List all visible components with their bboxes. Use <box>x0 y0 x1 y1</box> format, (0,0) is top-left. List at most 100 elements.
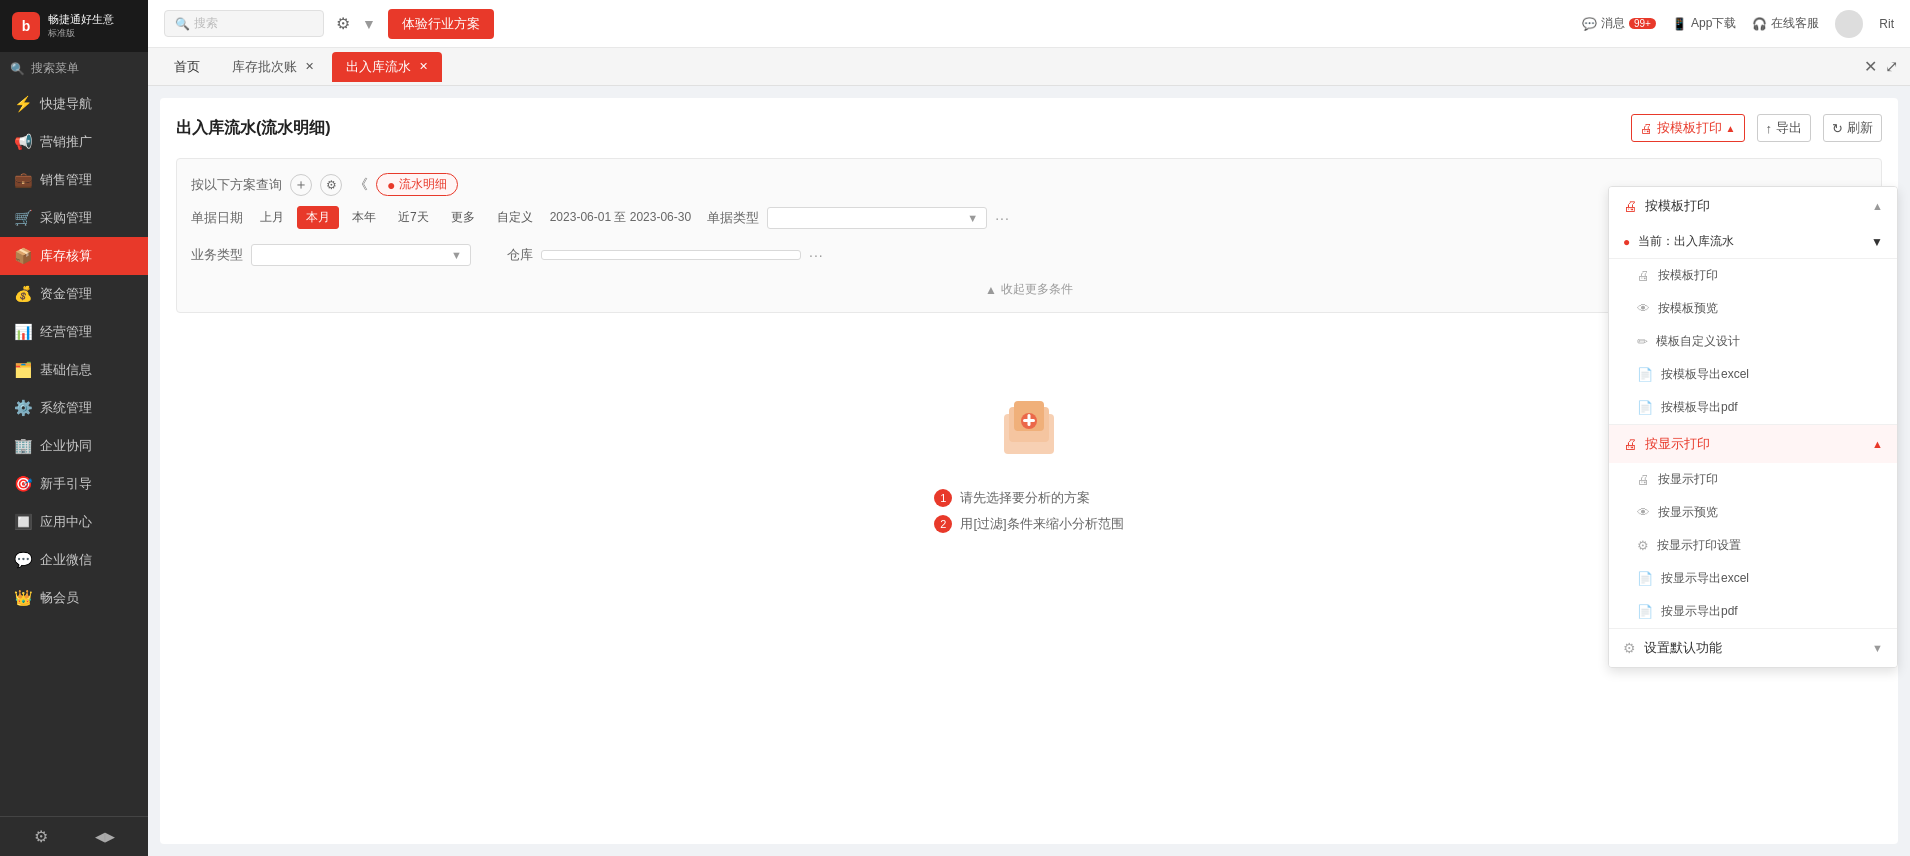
app-download-item[interactable]: 📱 App下载 <box>1672 15 1736 32</box>
tab-home[interactable]: 首页 <box>160 52 214 82</box>
filter-chip-dot: ● <box>387 177 395 193</box>
user-avatar[interactable] <box>1835 10 1863 38</box>
collapse-button[interactable]: ▲ 收起更多条件 <box>985 281 1073 298</box>
display-pdf-icon: 📄 <box>1637 604 1653 619</box>
sidebar-item-inventory[interactable]: 📦 库存核算 <box>0 237 148 275</box>
sidebar-item-enterprise[interactable]: 🏢 企业协同 <box>0 427 148 465</box>
dropdown-template-export-pdf[interactable]: 📄 按模板导出pdf <box>1609 391 1897 424</box>
page-actions: 🖨 按模板打印 ▲ ↑ 导出 ↻ 刷新 <box>1631 114 1882 142</box>
current-template-dot: ● <box>1623 235 1630 249</box>
sidebar-item-label: 新手引导 <box>40 475 92 493</box>
tab-batch-account-close[interactable]: ✕ <box>305 60 314 73</box>
search-icon: 🔍 <box>10 62 25 76</box>
date-pill-last-month[interactable]: 上月 <box>251 206 293 229</box>
filter-date-group: 单据日期 上月 本月 本年 近7天 更多 自定义 2023-06-01 至 20… <box>191 206 691 229</box>
dropdown-display-preview[interactable]: 👁 按显示预览 <box>1609 496 1897 529</box>
date-pill-more[interactable]: 更多 <box>442 206 484 229</box>
filter-warehouse-more[interactable]: ··· <box>809 247 824 263</box>
filter-add-button[interactable]: ＋ <box>290 174 312 196</box>
sidebar-item-sales[interactable]: 💼 销售管理 <box>0 161 148 199</box>
finance-icon: 💰 <box>14 285 32 303</box>
date-pill-7days[interactable]: 近7天 <box>389 206 438 229</box>
appstore-icon: 🔲 <box>14 513 32 531</box>
top-search-bar[interactable]: 🔍 搜索 <box>164 10 324 37</box>
top-search-icon: 🔍 <box>175 17 190 31</box>
filter-settings-button[interactable]: ⚙ <box>320 174 342 196</box>
dropdown-section-3-header[interactable]: ⚙ 设置默认功能 ▼ <box>1609 629 1897 667</box>
sidebar-item-purchase[interactable]: 🛒 采购管理 <box>0 199 148 237</box>
tab-batch-account[interactable]: 库存批次账 ✕ <box>218 52 328 82</box>
sidebar-search[interactable]: 🔍 搜索菜单 <box>0 52 148 85</box>
message-item[interactable]: 💬 消息 99+ <box>1582 15 1656 32</box>
user-name: Rit <box>1879 17 1894 31</box>
display-preview-icon: 👁 <box>1637 505 1650 520</box>
sidebar-item-basic[interactable]: 🗂️ 基础信息 <box>0 351 148 389</box>
printer-icon-1: 🖨 <box>1623 198 1637 214</box>
dropdown-template-print[interactable]: 🖨 按模板打印 <box>1609 259 1897 292</box>
empty-step-1-text: 请先选择要分析的方案 <box>960 489 1090 507</box>
filter-biz-type-select[interactable]: ▼ <box>251 244 471 266</box>
sidebar-item-label: 库存核算 <box>40 247 92 265</box>
export-button[interactable]: ↑ 导出 <box>1757 114 1812 142</box>
date-pill-custom[interactable]: 自定义 <box>488 206 542 229</box>
sidebar-item-label: 企业协同 <box>40 437 92 455</box>
print-button[interactable]: 🖨 按模板打印 ▲ <box>1631 114 1745 142</box>
trial-button[interactable]: 体验行业方案 <box>388 9 494 39</box>
dropdown-section-2-title: 🖨 按显示打印 <box>1623 435 1710 453</box>
filter-collapse-icon[interactable]: 《 <box>354 176 368 194</box>
top-chevron-icon[interactable]: ▼ <box>362 16 376 32</box>
dropdown-template-customize[interactable]: ✏ 模板自定义设计 <box>1609 325 1897 358</box>
tab-close-icon[interactable]: ✕ <box>1864 57 1877 76</box>
phone-icon: 📱 <box>1672 17 1687 31</box>
tab-bar: 首页 库存批次账 ✕ 出入库流水 ✕ ✕ ⤢ <box>148 48 1910 86</box>
tab-maximize-icon[interactable]: ⤢ <box>1885 57 1898 76</box>
dropdown-display-export-pdf[interactable]: 📄 按显示导出pdf <box>1609 595 1897 628</box>
refresh-button[interactable]: ↻ 刷新 <box>1823 114 1882 142</box>
filter-chip-label: 流水明细 <box>399 176 447 193</box>
filter-doc-type-select[interactable]: ▼ <box>767 207 987 229</box>
filter-label: 按以下方案查询 <box>191 176 282 194</box>
sales-icon: 💼 <box>14 171 32 189</box>
sidebar-item-operation[interactable]: 📊 经营管理 <box>0 313 148 351</box>
sidebar-item-wechat[interactable]: 💬 企业微信 <box>0 541 148 579</box>
sidebar-collapse-icon[interactable]: ◀▶ <box>95 829 115 844</box>
empty-steps: 1 请先选择要分析的方案 2 用[过滤]条件来缩小分析范围 <box>934 489 1123 533</box>
sidebar-item-marketing[interactable]: 📢 营销推广 <box>0 123 148 161</box>
marketing-icon: 📢 <box>14 133 32 151</box>
dropdown-display-print-settings[interactable]: ⚙ 按显示打印设置 <box>1609 529 1897 562</box>
filter-chip[interactable]: ● 流水明细 <box>376 173 458 196</box>
dropdown-current-template[interactable]: ● 当前：出入库流水 ▼ <box>1609 225 1897 258</box>
sidebar-item-quick-nav[interactable]: ⚡ 快捷导航 <box>0 85 148 123</box>
filter-warehouse-select[interactable] <box>541 250 801 260</box>
online-service-item[interactable]: 🎧 在线客服 <box>1752 15 1819 32</box>
top-gear-icon[interactable]: ⚙ <box>336 14 350 33</box>
sidebar-item-label: 采购管理 <box>40 209 92 227</box>
sidebar-item-member[interactable]: 👑 畅会员 <box>0 579 148 617</box>
enterprise-icon: 🏢 <box>14 437 32 455</box>
dropdown-section-1-header[interactable]: 🖨 按模板打印 ▲ <box>1609 187 1897 225</box>
sidebar-item-system[interactable]: ⚙️ 系统管理 <box>0 389 148 427</box>
tab-flow[interactable]: 出入库流水 ✕ <box>332 52 442 82</box>
dropdown-section-2-header[interactable]: 🖨 按显示打印 ▲ <box>1609 425 1897 463</box>
refresh-icon: ↻ <box>1832 121 1843 136</box>
dropdown-display-export-excel[interactable]: 📄 按显示导出excel <box>1609 562 1897 595</box>
dropdown-display-print[interactable]: 🖨 按显示打印 <box>1609 463 1897 496</box>
sidebar-item-label: 营销推广 <box>40 133 92 151</box>
date-pill-this-month[interactable]: 本月 <box>297 206 339 229</box>
sidebar-item-guide[interactable]: 🎯 新手引导 <box>0 465 148 503</box>
sidebar-item-finance[interactable]: 💰 资金管理 <box>0 275 148 313</box>
sidebar-settings-icon[interactable]: ⚙ <box>34 827 48 846</box>
app-download-label: App下载 <box>1691 15 1736 32</box>
purchase-icon: 🛒 <box>14 209 32 227</box>
tab-flow-close[interactable]: ✕ <box>419 60 428 73</box>
dropdown-template-export-excel[interactable]: 📄 按模板导出excel <box>1609 358 1897 391</box>
empty-step-2: 2 用[过滤]条件来缩小分析范围 <box>934 515 1123 533</box>
filter-biz-type-label: 业务类型 <box>191 246 243 264</box>
dropdown-display-pdf-label: 按显示导出pdf <box>1661 603 1738 620</box>
date-pill-this-year[interactable]: 本年 <box>343 206 385 229</box>
dropdown-template-customize-label: 模板自定义设计 <box>1656 333 1740 350</box>
sidebar-item-appstore[interactable]: 🔲 应用中心 <box>0 503 148 541</box>
display-print-settings-icon: ⚙ <box>1637 538 1649 553</box>
filter-doc-type-more[interactable]: ··· <box>995 210 1010 226</box>
dropdown-template-preview[interactable]: 👁 按模板预览 <box>1609 292 1897 325</box>
